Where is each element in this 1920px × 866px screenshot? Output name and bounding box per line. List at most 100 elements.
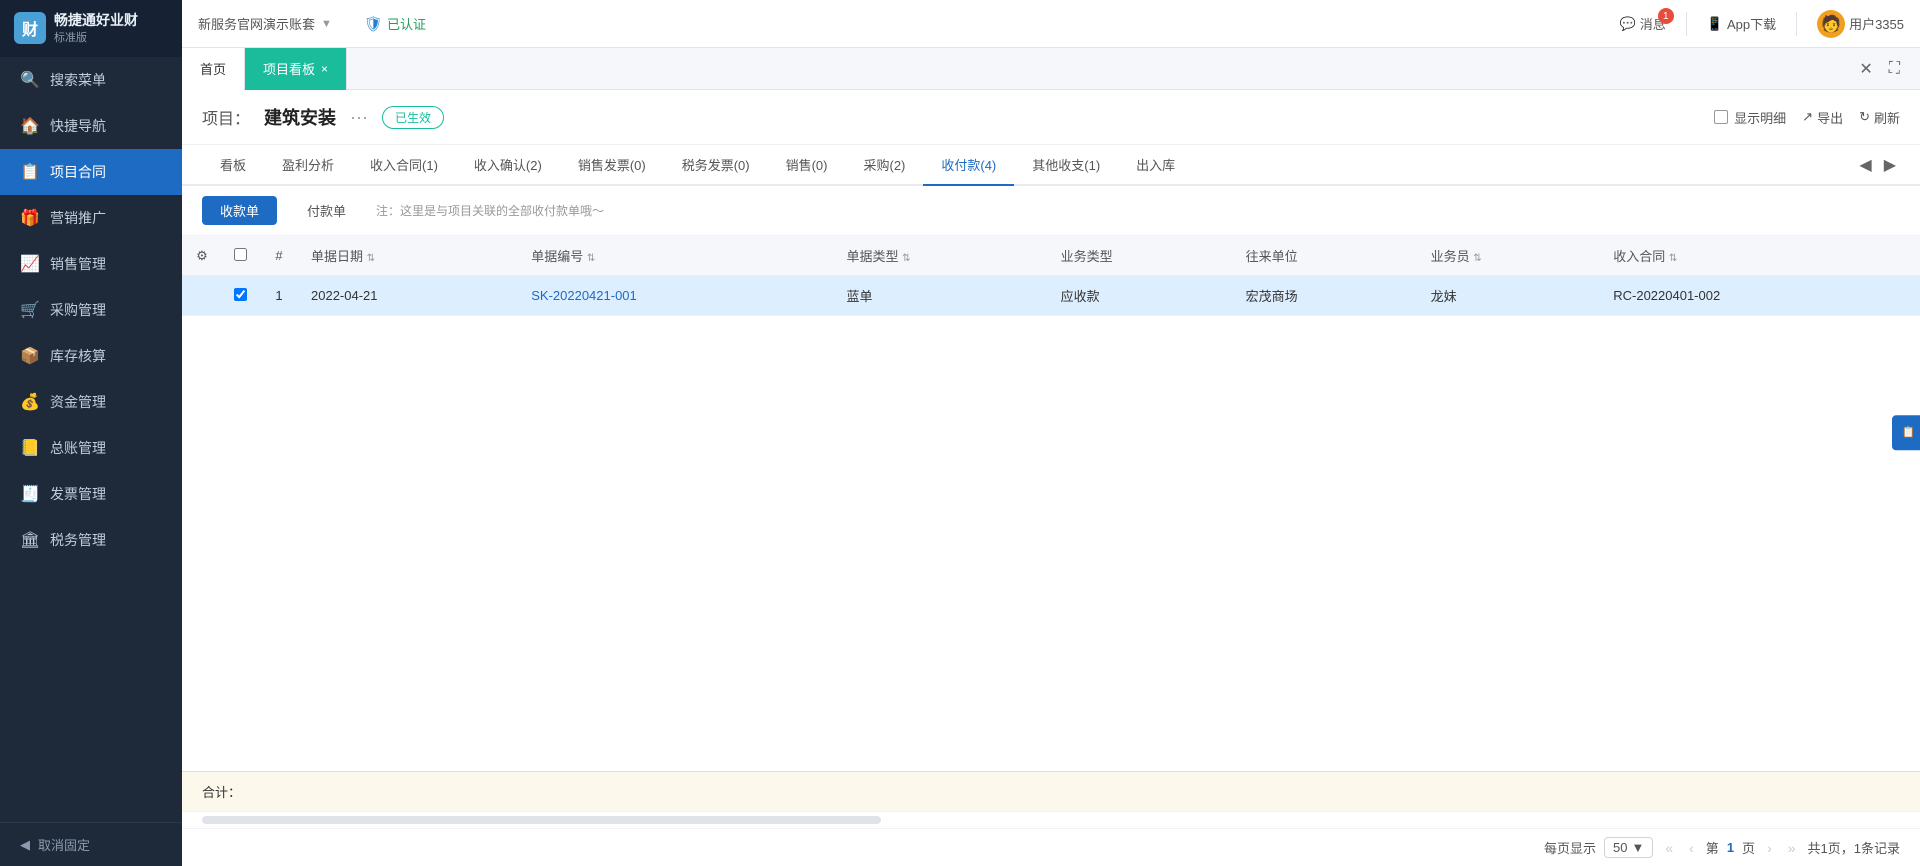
cell-check[interactable] bbox=[222, 276, 259, 316]
sidebar-item-quicknav[interactable]: 🏠 快捷导航 bbox=[0, 103, 182, 149]
tab-home[interactable]: 首页 bbox=[182, 48, 245, 90]
shield-icon: 🛡 bbox=[364, 15, 383, 33]
tab-project-board[interactable]: 项目看板 × bbox=[245, 48, 347, 90]
tax-icon: 🏛 bbox=[20, 530, 40, 550]
sort-icon: ⇅ bbox=[367, 253, 375, 264]
main-area: 新服务官网演示账套 ▼ 🛡 已认证 💬 消息 1 📱 App下载 🧑 用户335… bbox=[182, 0, 1920, 866]
sidebar-item-tax[interactable]: 🏛 税务管理 bbox=[0, 517, 182, 563]
topbar-divider bbox=[1686, 12, 1687, 36]
topbar-right: 💬 消息 1 📱 App下载 🧑 用户3355 bbox=[1620, 10, 1904, 38]
app-download-button[interactable]: 📱 App下载 bbox=[1707, 14, 1776, 33]
col-contract[interactable]: 收入合同 ⇅ bbox=[1601, 236, 1920, 276]
cart-icon: 🛒 bbox=[20, 300, 40, 320]
user-name: 用户3355 bbox=[1849, 14, 1904, 33]
table-row[interactable]: 1 2022-04-21 SK-20220421-001 蓝单 应收款 bbox=[182, 276, 1920, 316]
sidebar-item-label: 资金管理 bbox=[50, 392, 106, 412]
tab-payment[interactable]: 收付款(4) bbox=[923, 145, 1014, 186]
pin-icon: ◀ bbox=[20, 837, 30, 853]
row-checkbox[interactable] bbox=[234, 288, 247, 301]
cell-gear bbox=[182, 276, 222, 316]
payment-tab[interactable]: 付款单 bbox=[289, 196, 364, 225]
search-icon: 🔍 bbox=[20, 70, 40, 90]
cancel-pin-button[interactable]: ◀ 取消固定 bbox=[0, 822, 182, 866]
tab-sales[interactable]: 销售(0) bbox=[768, 145, 846, 186]
last-page-button[interactable]: » bbox=[1784, 840, 1800, 856]
sidebar-item-ledger[interactable]: 📒 总账管理 bbox=[0, 425, 182, 471]
sub-tab-prev[interactable]: ◀ bbox=[1855, 155, 1875, 175]
invoice-icon: 🧾 bbox=[20, 484, 40, 504]
refresh-button[interactable]: ↻ 刷新 bbox=[1859, 108, 1900, 127]
sidebar-item-search[interactable]: 🔍 搜索菜单 bbox=[0, 57, 182, 103]
home-icon: 🏠 bbox=[20, 116, 40, 136]
sidebar-item-label: 库存核算 bbox=[50, 346, 106, 366]
tab-purchase[interactable]: 采购(2) bbox=[845, 145, 923, 186]
show-detail-checkbox[interactable]: 显示明细 bbox=[1714, 108, 1786, 127]
message-button[interactable]: 💬 消息 1 bbox=[1620, 14, 1666, 33]
tab-profit[interactable]: 盈利分析 bbox=[264, 145, 352, 186]
export-button[interactable]: ↗ 导出 bbox=[1802, 108, 1843, 127]
logo-icon: 财 bbox=[14, 12, 46, 44]
tab-income-contract[interactable]: 收入合同(1) bbox=[352, 145, 456, 186]
scrollbar-thumb[interactable] bbox=[202, 816, 881, 824]
page-tabs: 首页 项目看板 × ✕ ⛶ bbox=[182, 48, 1920, 90]
tab-other-income[interactable]: 其他收支(1) bbox=[1014, 145, 1118, 186]
tab-kanban[interactable]: 看板 bbox=[202, 145, 264, 186]
prev-page-button[interactable]: ‹ bbox=[1685, 840, 1698, 856]
user-menu[interactable]: 🧑 用户3355 bbox=[1817, 10, 1904, 38]
tab-tax-invoice[interactable]: 税务发票(0) bbox=[664, 145, 768, 186]
sidebar-item-label: 采购管理 bbox=[50, 300, 106, 320]
receipt-tab[interactable]: 收款单 bbox=[202, 196, 277, 225]
horizontal-scrollbar[interactable] bbox=[182, 811, 1920, 828]
col-type-label: 单据类型 bbox=[846, 249, 898, 264]
col-index: # bbox=[259, 236, 299, 276]
sidebar-item-sales[interactable]: 📈 销售管理 bbox=[0, 241, 182, 287]
col-check bbox=[222, 236, 259, 276]
select-all-checkbox[interactable] bbox=[234, 248, 247, 261]
next-page-button[interactable]: › bbox=[1763, 840, 1776, 856]
per-page-select[interactable]: 50 ▼ bbox=[1604, 837, 1653, 858]
cell-salesman: 龙妹 bbox=[1419, 276, 1602, 316]
chevron-down-icon: ▼ bbox=[1631, 840, 1644, 855]
sub-tab-next[interactable]: ▶ bbox=[1880, 155, 1900, 175]
cell-number[interactable]: SK-20220421-001 bbox=[519, 276, 834, 316]
sidebar-item-projects[interactable]: 📋 项目合同 bbox=[0, 149, 182, 195]
refresh-icon: ↻ bbox=[1859, 109, 1870, 125]
cert-badge: 🛡 已认证 bbox=[364, 14, 426, 33]
sidebar-item-invoice[interactable]: 🧾 发票管理 bbox=[0, 471, 182, 517]
cell-date: 2022-04-21 bbox=[299, 276, 519, 316]
first-page-button[interactable]: « bbox=[1661, 840, 1677, 856]
sidebar-scroll: 🔍 搜索菜单 🏠 快捷导航 📋 项目合同 🎁 营销推广 📈 销售管理 🛒 采购管… bbox=[0, 57, 182, 822]
col-gear[interactable]: ⚙ bbox=[182, 236, 222, 276]
ledger-icon: 📒 bbox=[20, 438, 40, 458]
more-options-button[interactable]: ··· bbox=[350, 107, 368, 128]
project-status-badge: 已生效 bbox=[382, 106, 444, 129]
col-type[interactable]: 单据类型 ⇅ bbox=[834, 236, 1048, 276]
sidebar-item-label: 总账管理 bbox=[50, 438, 106, 458]
maximize-window-button[interactable]: ⛶ bbox=[1885, 60, 1904, 78]
refresh-label: 刷新 bbox=[1874, 108, 1900, 127]
sidebar-item-funds[interactable]: 💰 资金管理 bbox=[0, 379, 182, 425]
floating-action-button[interactable]: 📋 bbox=[1892, 415, 1920, 450]
account-selector[interactable]: 新服务官网演示账套 ▼ bbox=[198, 14, 332, 33]
close-window-button[interactable]: ✕ bbox=[1855, 59, 1876, 79]
tab-close-icon[interactable]: × bbox=[321, 62, 328, 76]
total-row: 合计： bbox=[182, 771, 1920, 811]
project-board-tab-label: 项目看板 bbox=[263, 59, 315, 78]
record-link[interactable]: SK-20220421-001 bbox=[531, 288, 637, 303]
col-date-label: 单据日期 bbox=[311, 249, 363, 264]
message-icon: 💬 bbox=[1620, 16, 1636, 32]
current-page: 1 bbox=[1727, 840, 1734, 855]
tab-in-out[interactable]: 出入库 bbox=[1118, 145, 1193, 186]
sidebar-item-marketing[interactable]: 🎁 营销推广 bbox=[0, 195, 182, 241]
show-detail-label: 显示明细 bbox=[1734, 108, 1786, 127]
sidebar-item-purchase[interactable]: 🛒 采购管理 bbox=[0, 287, 182, 333]
tab-income-confirm[interactable]: 收入确认(2) bbox=[456, 145, 560, 186]
sidebar-item-label: 项目合同 bbox=[50, 162, 106, 182]
tab-sales-invoice[interactable]: 销售发票(0) bbox=[560, 145, 664, 186]
sidebar-item-inventory[interactable]: 📦 库存核算 bbox=[0, 333, 182, 379]
col-salesman[interactable]: 业务员 ⇅ bbox=[1419, 236, 1602, 276]
contract-icon: 📋 bbox=[20, 162, 40, 182]
col-date[interactable]: 单据日期 ⇅ bbox=[299, 236, 519, 276]
col-number[interactable]: 单据编号 ⇅ bbox=[519, 236, 834, 276]
per-page-value: 50 bbox=[1613, 840, 1627, 855]
